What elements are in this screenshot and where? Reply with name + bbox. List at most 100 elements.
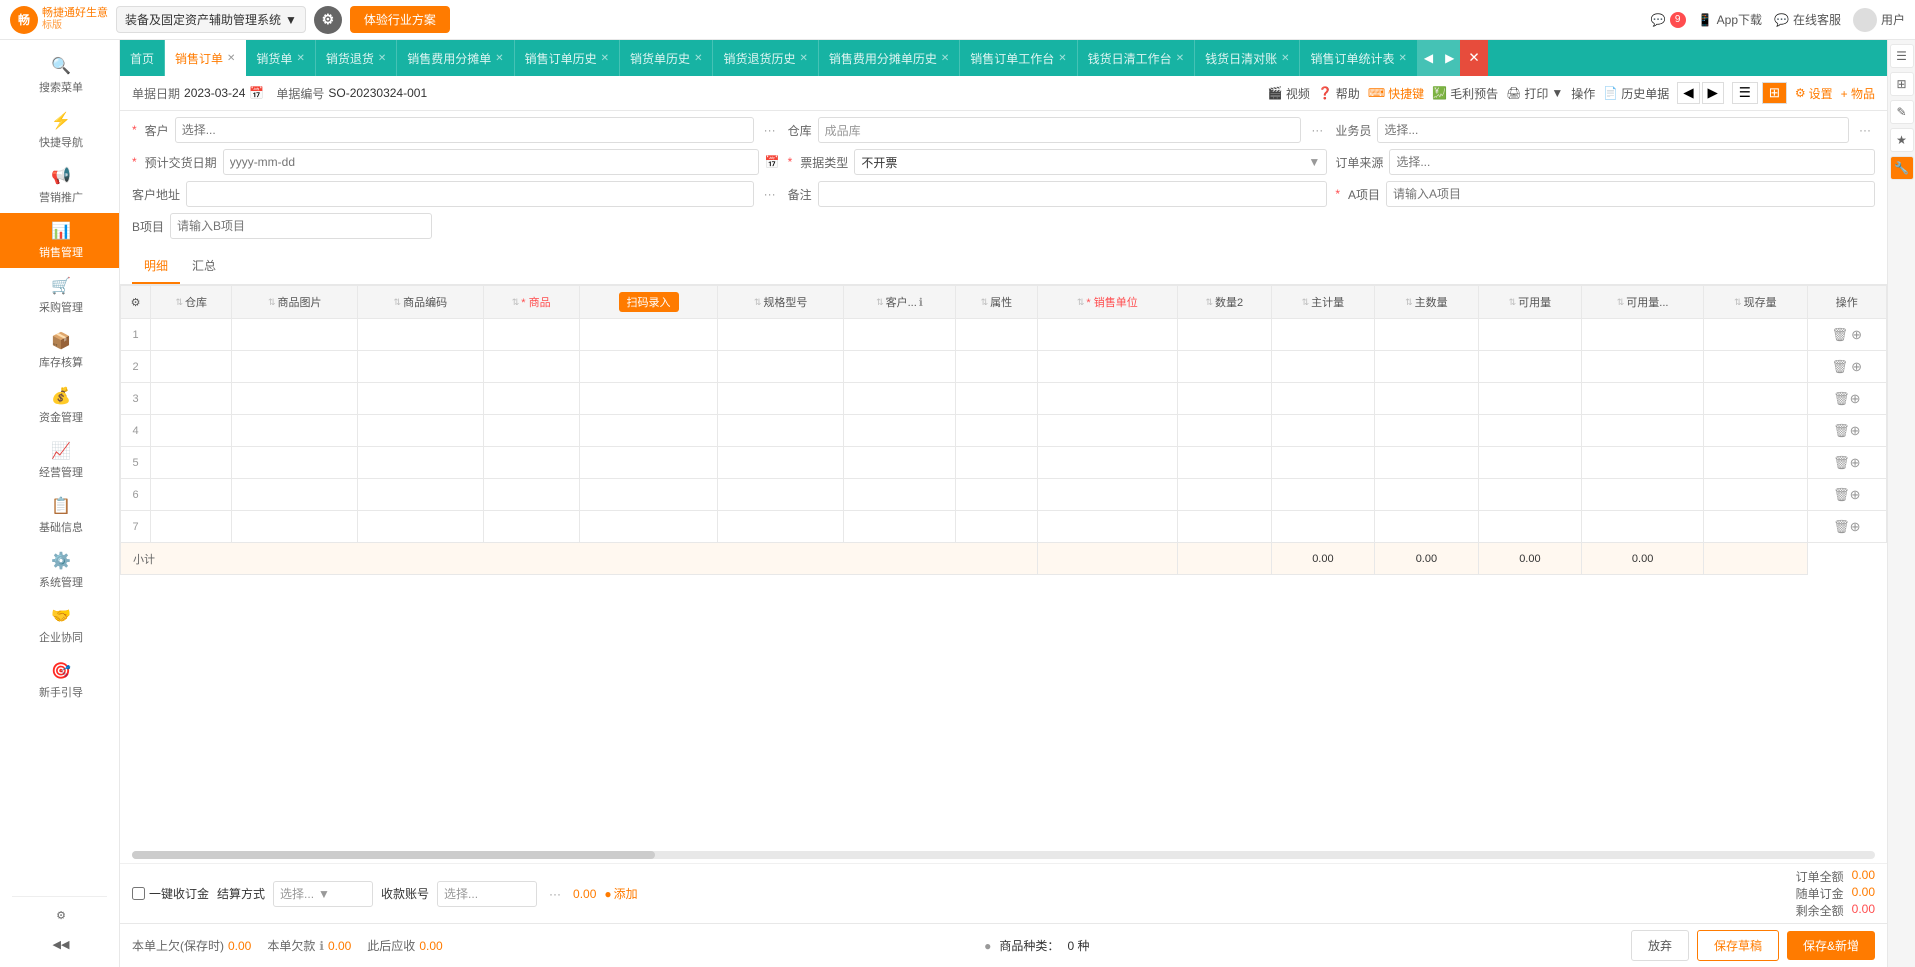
tab-close-stats[interactable]: ✕: [1399, 53, 1407, 64]
tab-close-return[interactable]: ✕: [378, 53, 386, 64]
sidebar-settings-btn[interactable]: ⚙: [0, 901, 119, 930]
address-input[interactable]: [186, 181, 754, 207]
row-5-delete-btn[interactable]: 🗑: [1833, 455, 1850, 471]
row-2-copy-btn[interactable]: ⊕: [1851, 359, 1862, 375]
account-select[interactable]: 选择...: [437, 881, 537, 907]
delivery-calendar-icon[interactable]: 📅: [765, 155, 780, 169]
invoice-select[interactable]: 不开票 ▼: [854, 149, 1327, 175]
next-doc-btn[interactable]: ▶: [1702, 82, 1724, 104]
tab-close-sales-order[interactable]: ✕: [227, 53, 235, 64]
app-download-btn[interactable]: 📱 App下载: [1698, 11, 1762, 28]
row-2-delete-btn[interactable]: 🗑: [1832, 359, 1849, 375]
help-btn[interactable]: ❓ 帮助: [1318, 85, 1360, 102]
scan-btn[interactable]: 扫码录入: [619, 292, 679, 312]
order-source-input[interactable]: [1389, 149, 1875, 175]
row-1-scan[interactable]: [579, 319, 718, 351]
sidebar-item-inventory[interactable]: 📦 库存核算: [0, 323, 119, 378]
warehouse-ellipsis[interactable]: ···: [1307, 123, 1327, 137]
tab-detail[interactable]: 明细: [132, 249, 180, 284]
row-1-warehouse[interactable]: [151, 319, 232, 351]
row-1-main-unit[interactable]: [1271, 319, 1375, 351]
b-project-input[interactable]: [170, 213, 432, 239]
row-2-available[interactable]: [1478, 351, 1582, 383]
right-panel-btn-5[interactable]: 🔧: [1890, 156, 1914, 180]
sidebar-item-quicknav[interactable]: ⚡ 快捷导航: [0, 103, 119, 158]
system-selector[interactable]: 装备及固定资产辅助管理系统 ▼: [116, 6, 306, 33]
sidebar-collapse-btn[interactable]: ◀◀: [0, 930, 119, 959]
right-panel-btn-3[interactable]: ✎: [1890, 100, 1914, 124]
salesperson-input[interactable]: [1377, 117, 1849, 143]
tab-home[interactable]: 首页: [120, 40, 165, 76]
sidebar-item-marketing[interactable]: 📢 营销推广: [0, 158, 119, 213]
settlement-select[interactable]: 选择... ▼: [273, 881, 373, 907]
row-2-qty2[interactable]: [1177, 351, 1271, 383]
tab-sales-return[interactable]: 销货退货 ✕: [316, 40, 397, 76]
account-ellipsis[interactable]: ···: [545, 887, 565, 901]
th-settings[interactable]: ⚙: [121, 286, 151, 319]
sidebar-item-guide[interactable]: 🎯 新手引导: [0, 653, 119, 708]
tab-cash-reconcile[interactable]: 钱货日清对账 ✕: [1195, 40, 1300, 76]
table-scroll[interactable]: ⚙ ⇅仓库 ⇅商品图片 ⇅商品编码: [120, 285, 1887, 847]
column-settings-icon[interactable]: ⚙: [131, 297, 141, 309]
row-3-delete-btn[interactable]: 🗑: [1833, 391, 1850, 407]
row-6-delete-btn[interactable]: 🗑: [1833, 487, 1850, 503]
shortcut-btn[interactable]: ⌨ 快捷键: [1368, 85, 1424, 102]
operation-btn[interactable]: 操作: [1571, 85, 1595, 102]
customer-input[interactable]: [175, 117, 754, 143]
save-new-btn[interactable]: 保存&新增: [1787, 931, 1875, 960]
salesperson-ellipsis[interactable]: ···: [1855, 123, 1875, 137]
row-1-unit[interactable]: [1037, 319, 1177, 351]
add-payment-btn[interactable]: ● 添加: [604, 885, 637, 902]
sidebar-item-enterprise[interactable]: 🤝 企业协同: [0, 598, 119, 653]
tab-close-ret-history[interactable]: ✕: [799, 53, 807, 64]
row-2-product[interactable]: [483, 351, 579, 383]
row-1-available[interactable]: [1478, 319, 1582, 351]
sidebar-item-operations[interactable]: 📈 经营管理: [0, 433, 119, 488]
row-2-customer-code[interactable]: [843, 351, 955, 383]
address-ellipsis[interactable]: ···: [760, 187, 780, 201]
row-1-image[interactable]: [232, 319, 358, 351]
row-1-product[interactable]: [483, 319, 579, 351]
row-2-warehouse[interactable]: [151, 351, 232, 383]
customer-ellipsis[interactable]: ···: [760, 123, 780, 137]
tab-close-order-history[interactable]: ✕: [601, 53, 609, 64]
row-4-delete-btn[interactable]: 🗑: [1833, 423, 1850, 439]
row-2-unit[interactable]: [1037, 351, 1177, 383]
row-5-copy-btn[interactable]: ⊕: [1850, 455, 1861, 471]
history-btn[interactable]: 📄 历史单据: [1603, 85, 1669, 102]
tab-summary[interactable]: 汇总: [180, 249, 228, 284]
a-project-input[interactable]: [1386, 181, 1875, 207]
settings-panel-btn[interactable]: ⚙ 设置: [1795, 85, 1833, 102]
print-btn[interactable]: 🖨 打印 ▼: [1506, 85, 1563, 102]
horizontal-scrollbar[interactable]: [120, 847, 1887, 863]
row-7-delete-btn[interactable]: 🗑: [1833, 519, 1850, 535]
row-1-code[interactable]: [358, 319, 484, 351]
tab-expense-history[interactable]: 销售费用分摊单历史 ✕: [819, 40, 960, 76]
row-2-current-qty[interactable]: [1704, 351, 1808, 383]
row-1-main-qty[interactable]: [1375, 319, 1479, 351]
tab-expense-split[interactable]: 销售费用分摊单 ✕: [397, 40, 514, 76]
user-btn[interactable]: 用户: [1853, 8, 1905, 32]
tab-close-cash-rec[interactable]: ✕: [1281, 53, 1289, 64]
tab-sales-stats[interactable]: 销售订单统计表 ✕: [1300, 40, 1417, 76]
industry-btn[interactable]: 体验行业方案: [350, 6, 450, 33]
tab-close-invoice[interactable]: ✕: [296, 53, 304, 64]
row-1-qty2[interactable]: [1177, 319, 1271, 351]
tab-next-btn[interactable]: ▶: [1439, 40, 1460, 76]
tab-sales-order[interactable]: 销售订单 ✕: [165, 40, 246, 76]
calendar-icon[interactable]: 📅: [249, 86, 264, 100]
prev-doc-btn[interactable]: ◀: [1677, 82, 1699, 104]
tab-close-cash-wb[interactable]: ✕: [1176, 53, 1184, 64]
row-6-copy-btn[interactable]: ⊕: [1850, 487, 1861, 503]
row-1-copy-btn[interactable]: ⊕: [1851, 327, 1862, 343]
tab-order-history[interactable]: 销售订单历史 ✕: [515, 40, 620, 76]
row-1-customer-code[interactable]: [843, 319, 955, 351]
row-1-spec[interactable]: [718, 319, 844, 351]
tab-sales-invoice[interactable]: 销货单 ✕: [246, 40, 315, 76]
online-service-btn[interactable]: 💬 在线客服: [1774, 11, 1841, 28]
grid-view-btn[interactable]: ⊞: [1762, 82, 1787, 104]
tab-invoice-history[interactable]: 销货单历史 ✕: [620, 40, 713, 76]
tab-prev-btn[interactable]: ◀: [1418, 40, 1439, 76]
sidebar-item-basicinfo[interactable]: 📋 基础信息: [0, 488, 119, 543]
row-2-main-unit[interactable]: [1271, 351, 1375, 383]
